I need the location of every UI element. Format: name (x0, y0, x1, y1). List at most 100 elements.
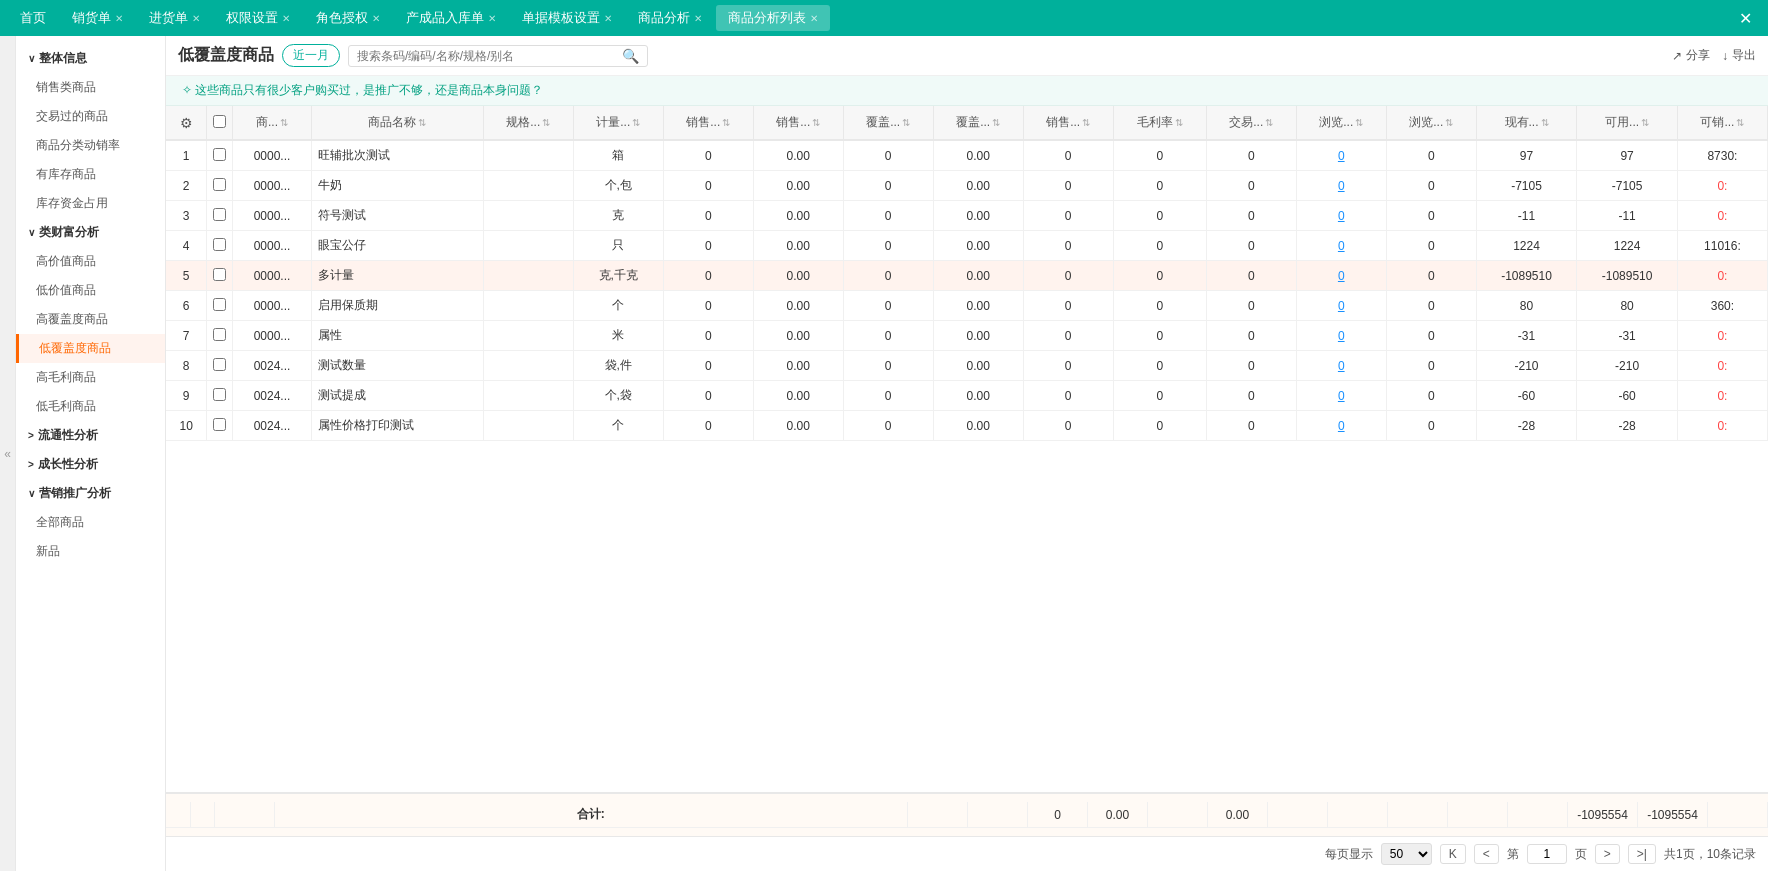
nav-template[interactable]: 单据模板设置 ✕ (510, 5, 624, 31)
share-button[interactable]: ↗ 分享 (1672, 47, 1710, 64)
sidebar-section-flow[interactable]: > 流通性分析 (16, 421, 165, 450)
sidebar-item-low-profit[interactable]: 低毛利商品 (16, 392, 165, 421)
sidebar-item-traded-products[interactable]: 交易过的商品 (16, 102, 165, 131)
sidebar-item-new-products[interactable]: 新品 (16, 537, 165, 566)
col-coverage1[interactable]: 覆盖...⇅ (843, 106, 933, 140)
col-current-stock[interactable]: 现有...⇅ (1476, 106, 1577, 140)
search-input[interactable] (357, 49, 618, 63)
sidebar-item-inventory-capital[interactable]: 库存资金占用 (16, 189, 165, 218)
nav-purchase[interactable]: 进货单 ✕ (137, 5, 212, 31)
sidebar-item-category-rate[interactable]: 商品分类动销率 (16, 131, 165, 160)
col-browse1[interactable]: 浏览...⇅ (1296, 106, 1386, 140)
select-all-checkbox[interactable] (213, 115, 226, 128)
sidebar-item-all-products[interactable]: 全部商品 (16, 508, 165, 537)
last-page-button[interactable]: >| (1628, 844, 1656, 864)
browse-link[interactable]: 0 (1338, 269, 1345, 283)
nav-close-template[interactable]: ✕ (604, 13, 612, 24)
browse-link[interactable]: 0 (1338, 329, 1345, 343)
time-filter-button[interactable]: 近一月 (282, 44, 340, 67)
browse-link[interactable]: 0 (1338, 149, 1345, 163)
col-sales-amt[interactable]: 销售...⇅ (753, 106, 843, 140)
sidebar-section-marketing[interactable]: ∨ 营销推广分析 (16, 479, 165, 508)
table-cell: 0 (1113, 201, 1206, 231)
page-input[interactable] (1527, 844, 1567, 864)
col-checkbox[interactable] (207, 106, 233, 140)
sidebar-item-high-coverage[interactable]: 高覆盖度商品 (16, 305, 165, 334)
nav-product-analysis[interactable]: 商品分析 ✕ (626, 5, 714, 31)
table-cell: 克 (573, 201, 663, 231)
nav-close-role[interactable]: ✕ (372, 13, 380, 24)
table-row: 50000...多计量克,千克00.0000.0000000-1089510-1… (166, 261, 1768, 291)
table-cell: 0 (1296, 171, 1386, 201)
col-sellable[interactable]: 可销...⇅ (1677, 106, 1767, 140)
info-banner: ✧ 这些商品只有很少客户购买过，是推广不够，还是商品本身问题？ (166, 76, 1768, 106)
sort-name-icon: ⇅ (418, 117, 426, 128)
col-spec[interactable]: 规格...⇅ (483, 106, 573, 140)
main-layout: « ∨ 整体信息 销售类商品 交易过的商品 商品分类动销率 有库存商品 库存资金… (0, 36, 1768, 871)
browse-link[interactable]: 0 (1338, 359, 1345, 373)
table-cell: 0 (663, 351, 753, 381)
nav-product-entry[interactable]: 产成品入库单 ✕ (394, 5, 508, 31)
col-available-stock[interactable]: 可用...⇅ (1577, 106, 1678, 140)
nav-role[interactable]: 角色授权 ✕ (304, 5, 392, 31)
sidebar-section-coverage[interactable]: ∨ 类财富分析 (16, 218, 165, 247)
browse-link[interactable]: 0 (1338, 419, 1345, 433)
sidebar-section-growth[interactable]: > 成长性分析 (16, 450, 165, 479)
col-sales3[interactable]: 销售...⇅ (1023, 106, 1113, 140)
table-cell (483, 291, 573, 321)
col-code[interactable]: 商...⇅ (233, 106, 311, 140)
search-icon[interactable]: 🔍 (622, 48, 639, 64)
col-gear[interactable]: ⚙ (166, 106, 207, 140)
browse-link[interactable]: 0 (1338, 389, 1345, 403)
col-gross-margin[interactable]: 毛利率⇅ (1113, 106, 1206, 140)
table-cell: 0: (1677, 261, 1767, 291)
nav-close-purchase[interactable]: ✕ (192, 13, 200, 24)
nav-sales[interactable]: 销货单 ✕ (60, 5, 135, 31)
table-cell: 测试数量 (311, 351, 483, 381)
nav-product-analysis-list[interactable]: 商品分析列表 ✕ (716, 5, 830, 31)
next-page-button[interactable]: > (1595, 844, 1620, 864)
table-cell: 0 (1206, 261, 1296, 291)
sort-coverage1-icon: ⇅ (902, 117, 910, 128)
nav-close-product-entry[interactable]: ✕ (488, 13, 496, 24)
search-box: 🔍 (348, 45, 648, 67)
table-cell: 8 (166, 351, 207, 381)
sidebar-item-low-coverage[interactable]: 低覆盖度商品 (16, 334, 165, 363)
table-cell: 旺辅批次测试 (311, 140, 483, 171)
table-cell: 0 (1113, 140, 1206, 171)
first-page-button[interactable]: K (1440, 844, 1466, 864)
sidebar-item-low-value[interactable]: 低价值商品 (16, 276, 165, 305)
col-sales-qty[interactable]: 销售...⇅ (663, 106, 753, 140)
browse-link[interactable]: 0 (1338, 209, 1345, 223)
window-close-button[interactable]: ✕ (1731, 9, 1760, 28)
table-cell: 0.00 (753, 231, 843, 261)
nav-close-permission[interactable]: ✕ (282, 13, 290, 24)
sidebar-item-stocked-products[interactable]: 有库存商品 (16, 160, 165, 189)
table-cell: 个 (573, 291, 663, 321)
col-transactions[interactable]: 交易...⇅ (1206, 106, 1296, 140)
col-browse2[interactable]: 浏览...⇅ (1386, 106, 1476, 140)
per-page-select[interactable]: 50 10 20 100 (1381, 843, 1432, 865)
sidebar-collapse-button[interactable]: « (0, 36, 16, 871)
sidebar-item-sales-products[interactable]: 销售类商品 (16, 73, 165, 102)
col-name[interactable]: 商品名称⇅ (311, 106, 483, 140)
nav-permission[interactable]: 权限设置 ✕ (214, 5, 302, 31)
sidebar-item-high-profit[interactable]: 高毛利商品 (16, 363, 165, 392)
settings-icon[interactable]: ⚙ (180, 115, 193, 131)
nav-home[interactable]: 首页 (8, 5, 58, 31)
browse-link[interactable]: 0 (1338, 239, 1345, 253)
table-container[interactable]: ⚙ 商...⇅ 商品名称⇅ 规格...⇅ 计量...⇅ 销售...⇅ 销售...… (166, 106, 1768, 792)
table-cell: 0 (1023, 411, 1113, 441)
col-unit[interactable]: 计量...⇅ (573, 106, 663, 140)
nav-close-product-analysis[interactable]: ✕ (694, 13, 702, 24)
nav-close-sales[interactable]: ✕ (115, 13, 123, 24)
prev-page-button[interactable]: < (1474, 844, 1499, 864)
export-button[interactable]: ↓ 导出 (1722, 47, 1756, 64)
table-row: 90024...测试提成个,袋00.0000.0000000-60-600: (166, 381, 1768, 411)
sidebar-item-high-value[interactable]: 高价值商品 (16, 247, 165, 276)
browse-link[interactable]: 0 (1338, 179, 1345, 193)
browse-link[interactable]: 0 (1338, 299, 1345, 313)
col-coverage2[interactable]: 覆盖...⇅ (933, 106, 1023, 140)
nav-close-product-analysis-list[interactable]: ✕ (810, 13, 818, 24)
sidebar-section-overall[interactable]: ∨ 整体信息 (16, 44, 165, 73)
